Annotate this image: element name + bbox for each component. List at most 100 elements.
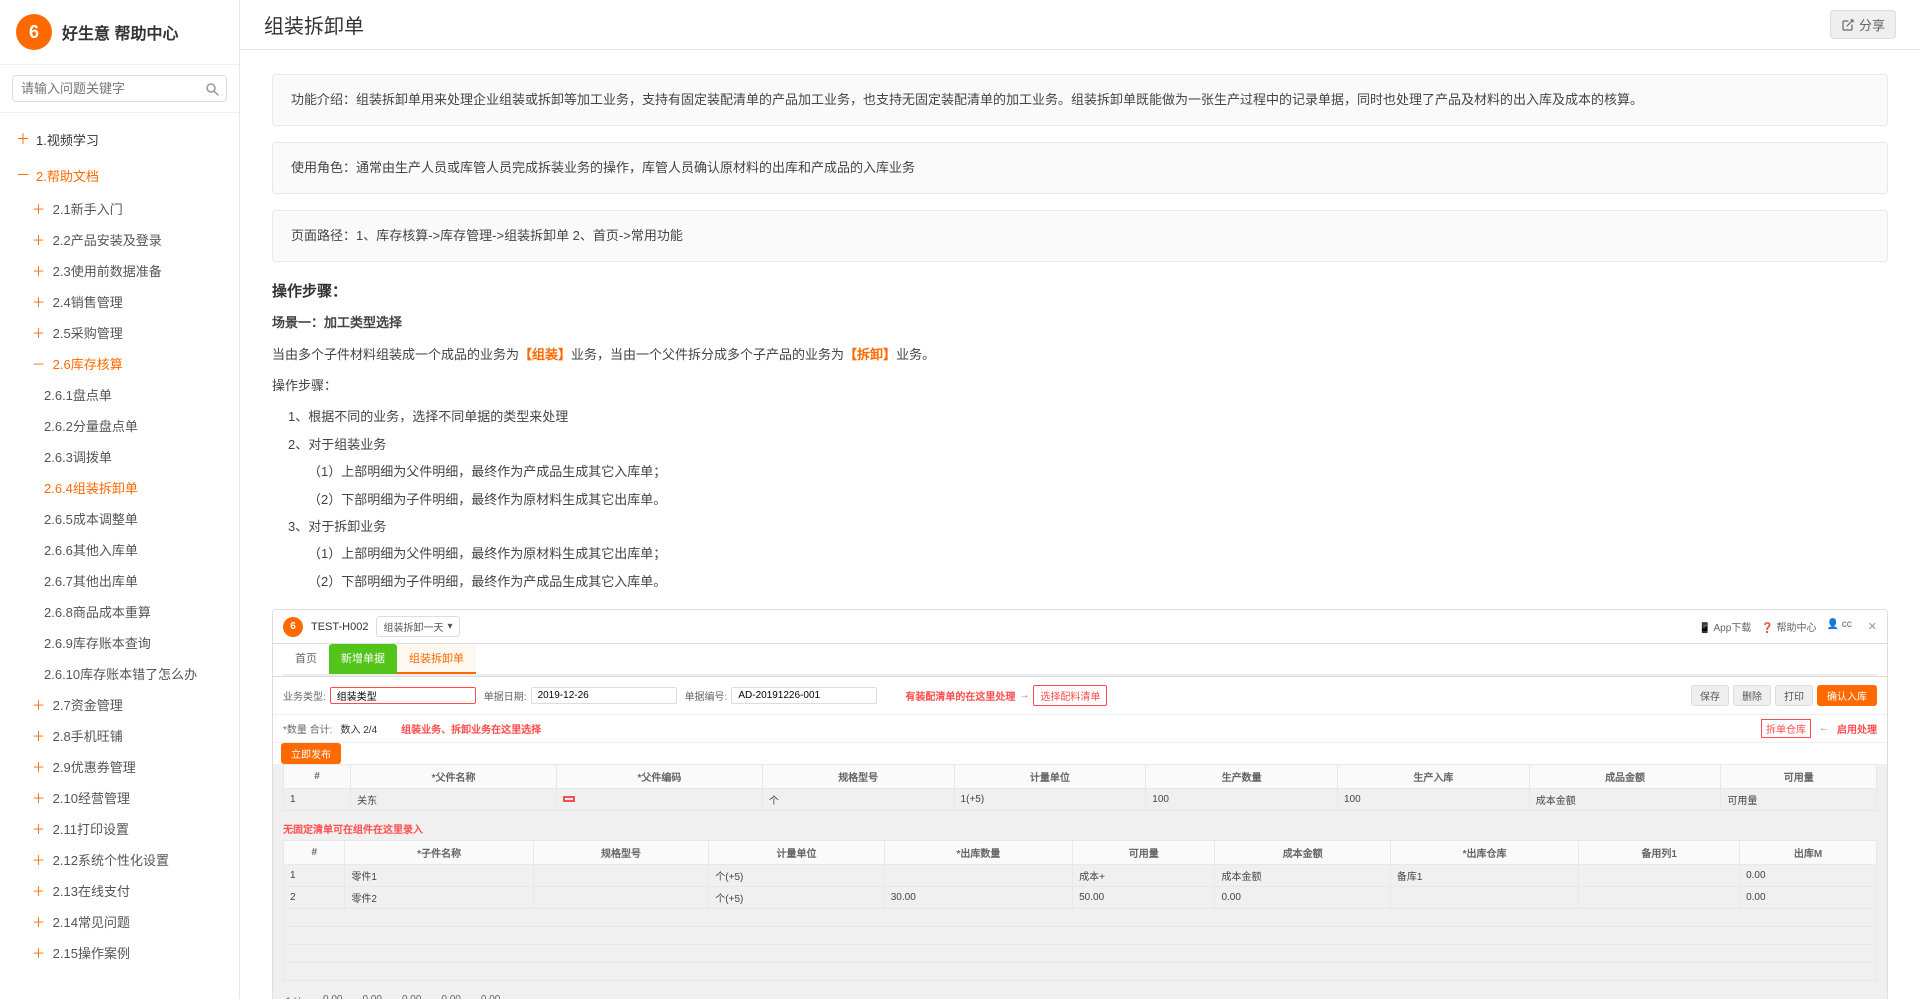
page-title: 组装拆卸单 — [264, 10, 364, 39]
td-b-spare-1 — [1579, 865, 1740, 887]
sidebar-item-215[interactable]: ＋ 2.15操作案例 — [0, 937, 239, 968]
ops-title: 操作步骤： — [272, 280, 1888, 301]
mock-app-logo: 6 — [283, 617, 303, 637]
mock-tab-list[interactable]: 组装拆卸单 — [397, 644, 476, 674]
td-b-cost-1: 成本金额 — [1215, 865, 1390, 887]
sidebar-item-214[interactable]: ＋ 2.14常见问题 — [0, 906, 239, 937]
sidebar-header: 6 好生意 帮助中心 — [0, 0, 239, 65]
label-22: 2.2产品安装及登录 — [53, 233, 162, 248]
label-26: 2.6库存核算 — [53, 357, 123, 372]
mock-subform-value1: 数入 2/4 — [340, 721, 377, 736]
step3-sublist: （1）上部明细为父件明细，最终作为原材料生成其它出库单； （2）下部明细为子件明… — [308, 542, 1888, 593]
annotation1-text: 有装配清单的在这里处理 — [905, 688, 1015, 703]
mock-top-table: # *父件名称 *父件编码 规格型号 计量单位 生产数量 生产入库 成品金额 可… — [283, 764, 1877, 811]
td-b-seq-1: 1 — [284, 865, 345, 887]
sidebar-item-22[interactable]: ＋ 2.2产品安装及登录 — [0, 224, 239, 255]
mock-btn-print[interactable]: 打印 — [1775, 685, 1813, 706]
sidebar-item-263[interactable]: 2.6.3调拨单 — [0, 441, 239, 472]
mock-field-type: 业务类型: — [283, 687, 476, 704]
label-24: 2.4销售管理 — [53, 295, 123, 310]
mock-btn-save[interactable]: 保存 — [1691, 685, 1729, 706]
nav-section-videos: ＋ 1.视频学习 — [0, 121, 239, 157]
sidebar-item-26[interactable]: － 2.6库存核算 — [0, 348, 239, 379]
mock-tab-new[interactable]: 新增单据 — [329, 644, 397, 674]
mock-btn-apply[interactable]: 立即发布 — [281, 743, 341, 764]
sidebar-item-212[interactable]: ＋ 2.12系统个性化设置 — [0, 844, 239, 875]
nav-section-title-videos[interactable]: ＋ 1.视频学习 — [0, 121, 239, 157]
mock-field-warehouse[interactable]: 拆单仓库 — [1761, 719, 1811, 738]
mock-btn-confirm[interactable]: 确认入库 — [1817, 685, 1877, 706]
plus-icon-27: ＋ — [32, 698, 45, 713]
sidebar-item-27[interactable]: ＋ 2.7资金管理 — [0, 689, 239, 720]
td-b-spec-1 — [533, 865, 708, 887]
td-b-wh-2 — [1390, 887, 1578, 909]
sidebar-nav: ＋ 1.视频学习 － 2.帮助文档 ＋ 2.1新手入门 ＋ 2.2产品安装及登录… — [0, 113, 239, 999]
sidebar-item-24[interactable]: ＋ 2.4销售管理 — [0, 286, 239, 317]
step2-sub1: （1）上部明细为父件明细，最终作为产成品生成其它入库单； — [308, 460, 1888, 483]
nav-section-title-docs[interactable]: － 2.帮助文档 — [0, 157, 239, 193]
sidebar-item-267[interactable]: 2.6.7其他出库单 — [0, 565, 239, 596]
share-button[interactable]: 分享 — [1830, 10, 1896, 39]
label-21: 2.1新手入门 — [53, 202, 123, 217]
sidebar-item-23[interactable]: ＋ 2.3使用前数据准备 — [0, 255, 239, 286]
sidebar-item-211[interactable]: ＋ 2.11打印设置 — [0, 813, 239, 844]
mock-btn-delete[interactable]: 删除 — [1733, 685, 1771, 706]
total-v1: 0.00 — [323, 994, 342, 999]
td-seq-1: 1 — [284, 789, 351, 811]
sidebar-item-264[interactable]: 2.6.4组装拆卸单 — [0, 472, 239, 503]
sidebar-item-262[interactable]: 2.6.2分量盘点单 — [0, 410, 239, 441]
annotation3-area: 拆单仓库 — [1761, 719, 1811, 738]
sidebar-item-210[interactable]: ＋ 2.10经营管理 — [0, 782, 239, 813]
share-icon — [1841, 18, 1855, 32]
label-213: 2.13在线支付 — [53, 884, 130, 899]
label-25: 2.5采购管理 — [53, 326, 123, 341]
mock-icon-help: ❓ 帮助中心 — [1761, 619, 1816, 634]
mock-type-input[interactable] — [330, 687, 476, 704]
sidebar-item-261[interactable]: 2.6.1盘点单 — [0, 379, 239, 410]
plus-icon-214: ＋ — [32, 915, 45, 930]
td-b-avail-1: 成本+ — [1073, 865, 1215, 887]
mock-bottom-row-4 — [284, 927, 1877, 945]
td-available-1: 可用量 — [1721, 789, 1877, 811]
sidebar-item-265[interactable]: 2.6.5成本调整单 — [0, 503, 239, 534]
mock-bottom-row-5 — [284, 945, 1877, 963]
th-b-seq: # — [284, 841, 345, 865]
mock-parent-code-input[interactable] — [563, 796, 575, 802]
mock-dropdown[interactable]: 组装拆卸一天 ▾ — [376, 616, 459, 637]
mock-code-input[interactable] — [731, 687, 877, 704]
step3: 3、对于拆卸业务 — [288, 515, 1888, 538]
annotation1-area: 有装配清单的在这里处理 → 选择配料清单 — [905, 685, 1107, 706]
mock-select-btn[interactable]: 选择配料清单 — [1033, 685, 1107, 706]
step2: 2、对于组装业务 — [288, 433, 1888, 456]
sidebar-item-2610[interactable]: 2.6.10库存账本错了怎么办 — [0, 658, 239, 689]
share-label: 分享 — [1859, 15, 1885, 34]
mock-dropdown-label: 组装拆卸一天 — [383, 619, 443, 634]
sidebar-item-268[interactable]: 2.6.8商品成本重算 — [0, 596, 239, 627]
mock-top-table-wrap: # *父件名称 *父件编码 规格型号 计量单位 生产数量 生产入库 成品金额 可… — [273, 764, 1887, 819]
mock-tab-home[interactable]: 首页 — [283, 644, 329, 674]
td-b-outqty-1 — [884, 865, 1072, 887]
th-spec: 规格型号 — [762, 765, 954, 789]
sidebar-item-21[interactable]: ＋ 2.1新手入门 — [0, 193, 239, 224]
sidebar-item-213[interactable]: ＋ 2.13在线支付 — [0, 875, 239, 906]
plus-icon-212: ＋ — [32, 853, 45, 868]
sidebar-logo: 6 — [16, 14, 52, 50]
search-input[interactable] — [12, 75, 227, 102]
nav-section-docs: － 2.帮助文档 ＋ 2.1新手入门 ＋ 2.2产品安装及登录 ＋ 2.3使用前… — [0, 157, 239, 968]
sidebar-item-28[interactable]: ＋ 2.8手机旺铺 — [0, 720, 239, 751]
sidebar-item-269[interactable]: 2.6.9库存账本查询 — [0, 627, 239, 658]
td-b-spec-2 — [533, 887, 708, 909]
label-29: 2.9优惠券管理 — [53, 760, 136, 775]
mock-close-icon[interactable]: ✕ — [1868, 620, 1877, 633]
sidebar-item-25[interactable]: ＋ 2.5采购管理 — [0, 317, 239, 348]
sidebar-item-29[interactable]: ＋ 2.9优惠券管理 — [0, 751, 239, 782]
th-inbound: 生产入库 — [1337, 765, 1529, 789]
label-212: 2.12系统个性化设置 — [53, 853, 169, 868]
sidebar-item-266[interactable]: 2.6.6其他入库单 — [0, 534, 239, 565]
total-v2: 0.00 — [362, 994, 381, 999]
plus-icon-21: ＋ — [32, 202, 45, 217]
mock-date-input[interactable] — [531, 687, 677, 704]
step3-sub1: （1）上部明细为父件明细，最终作为原材料生成其它出库单； — [308, 542, 1888, 565]
th-b-avail: 可用量 — [1073, 841, 1215, 865]
plus-icon-211: ＋ — [32, 822, 45, 837]
